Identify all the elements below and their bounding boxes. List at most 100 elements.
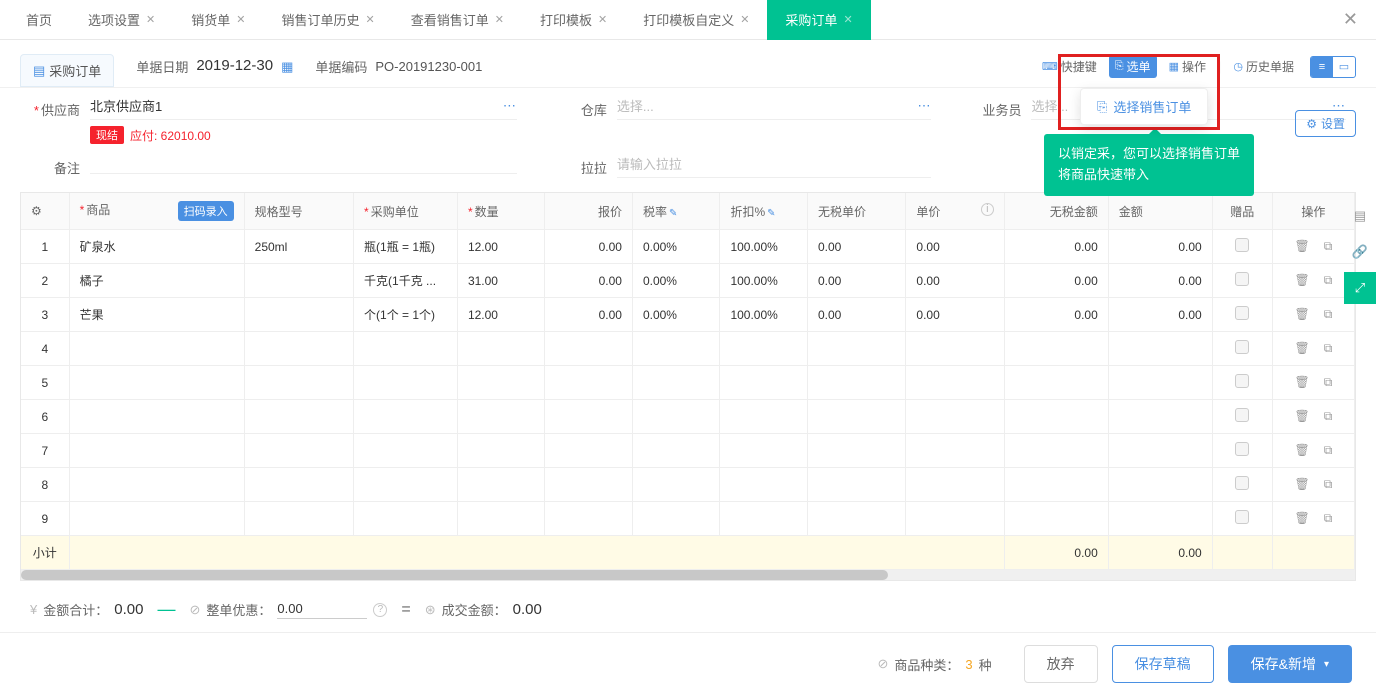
tab-print-tpl[interactable]: 打印模板✕ — [522, 0, 625, 40]
table-row[interactable]: 8🗑⧉ — [21, 468, 1355, 502]
expand-icon[interactable]: ⤢ — [1344, 272, 1376, 304]
select-bill-dropdown[interactable]: ⎘ 选择销售订单 — [1080, 88, 1208, 125]
delete-icon[interactable]: 🗑 — [1295, 511, 1310, 526]
tab-purchase-order[interactable]: 采购订单✕ — [767, 0, 870, 40]
copy-icon[interactable]: ⧉ — [1324, 375, 1333, 390]
date-field[interactable]: 单据日期 2019-12-30 ▦ — [136, 57, 293, 76]
supplier-field[interactable]: *供应商 北京供应商1 ⋯ 现结 应付: 62010.00 — [30, 96, 517, 144]
gear-icon[interactable]: ⚙ — [21, 193, 69, 230]
col-discount[interactable]: 折扣%✎ — [720, 193, 808, 230]
close-all-icon[interactable]: ✕ — [1343, 9, 1368, 30]
delete-icon[interactable]: 🗑 — [1295, 341, 1310, 356]
delete-icon[interactable]: 🗑 — [1295, 477, 1310, 492]
close-icon[interactable]: ✕ — [366, 13, 375, 26]
tab-sales-bill[interactable]: 销货单✕ — [173, 0, 263, 40]
lookup-icon[interactable]: ⋯ — [917, 98, 931, 114]
tab-view-sales[interactable]: 查看销售订单✕ — [393, 0, 522, 40]
copy-icon[interactable]: ⧉ — [1324, 273, 1333, 288]
warehouse-field[interactable]: 仓库 选择... ⋯ — [557, 96, 932, 120]
close-icon[interactable]: ✕ — [495, 13, 504, 26]
col-amount[interactable]: 金额 — [1108, 193, 1212, 230]
edit-icon[interactable]: ✎ — [767, 208, 775, 219]
tab-print-custom[interactable]: 打印模板自定义✕ — [625, 0, 767, 40]
col-price[interactable]: 单价i — [906, 193, 1004, 230]
list-view-icon[interactable]: ≡ — [1311, 57, 1333, 77]
table-row[interactable]: 7🗑⧉ — [21, 434, 1355, 468]
lala-field[interactable]: 拉拉 请输入拉拉 — [557, 154, 932, 178]
side-rail: ▤ 🔗 ⤢ — [1344, 200, 1376, 304]
save-new-button[interactable]: 保存&新增 ▾ — [1228, 645, 1352, 683]
doc-type-badge: ▤ 采购订单 — [20, 54, 114, 87]
close-icon[interactable]: ✕ — [843, 13, 852, 26]
settings-button[interactable]: ⚙ 设置 — [1295, 110, 1356, 137]
history-icon: ◷ — [1233, 60, 1243, 73]
table-row[interactable]: 1矿泉水250ml瓶(1瓶 = 1瓶)12.000.000.00%100.00%… — [21, 230, 1355, 264]
delete-icon[interactable]: 🗑 — [1295, 443, 1310, 458]
remark-field[interactable]: 备注 — [30, 154, 517, 177]
gift-checkbox[interactable] — [1235, 340, 1249, 354]
notes-icon[interactable]: ▤ — [1344, 200, 1376, 232]
col-tax[interactable]: 税率✎ — [632, 193, 720, 230]
edit-icon[interactable]: ✎ — [669, 208, 677, 219]
gift-checkbox[interactable] — [1235, 510, 1249, 524]
table-row[interactable]: 2橘子千克(1千克 ...31.000.000.00%100.00%0.000.… — [21, 264, 1355, 298]
copy-icon[interactable]: ⧉ — [1324, 477, 1333, 492]
close-icon[interactable]: ✕ — [146, 13, 155, 26]
col-gift[interactable]: 赠品 — [1212, 193, 1272, 230]
gift-checkbox[interactable] — [1235, 442, 1249, 456]
table-row[interactable]: 9🗑⧉ — [21, 502, 1355, 536]
copy-icon[interactable]: ⧉ — [1324, 409, 1333, 424]
col-unit[interactable]: *采购单位 — [354, 193, 458, 230]
history-btn[interactable]: ◷历史单据 — [1227, 55, 1300, 78]
link-icon[interactable]: 🔗 — [1344, 236, 1376, 268]
gift-checkbox[interactable] — [1235, 272, 1249, 286]
gift-checkbox[interactable] — [1235, 238, 1249, 252]
gift-checkbox[interactable] — [1235, 306, 1249, 320]
copy-icon[interactable]: ⧉ — [1324, 341, 1333, 356]
copy-icon[interactable]: ⧉ — [1324, 239, 1333, 254]
table-row[interactable]: 6🗑⧉ — [21, 400, 1355, 434]
view-toggle[interactable]: ≡ ▭ — [1310, 56, 1356, 78]
close-icon[interactable]: ✕ — [740, 13, 749, 26]
col-spec[interactable]: 规格型号 — [244, 193, 353, 230]
operate-btn[interactable]: ▦操作 — [1163, 55, 1212, 78]
col-product[interactable]: *商品扫码录入 — [69, 193, 244, 230]
info-icon[interactable]: i — [981, 203, 994, 216]
horizontal-scrollbar[interactable] — [21, 570, 1355, 580]
close-icon[interactable]: ✕ — [598, 13, 607, 26]
col-price-notax[interactable]: 无税单价 — [807, 193, 905, 230]
delete-icon[interactable]: 🗑 — [1295, 307, 1310, 322]
shortcut-btn[interactable]: ⌨快捷键 — [1036, 55, 1103, 78]
card-view-icon[interactable]: ▭ — [1333, 57, 1355, 77]
save-draft-button[interactable]: 保存草稿 — [1112, 645, 1214, 683]
table-row[interactable]: 5🗑⧉ — [21, 366, 1355, 400]
gift-checkbox[interactable] — [1235, 476, 1249, 490]
copy-icon[interactable]: ⧉ — [1324, 511, 1333, 526]
col-quote[interactable]: 报价 — [545, 193, 633, 230]
tab-home[interactable]: 首页 — [8, 0, 70, 40]
table-row[interactable]: 4🗑⧉ — [21, 332, 1355, 366]
delete-icon[interactable]: 🗑 — [1295, 409, 1310, 424]
delete-icon[interactable]: 🗑 — [1295, 239, 1310, 254]
select-bill-btn[interactable]: ⎘选单 — [1109, 55, 1157, 78]
calendar-icon[interactable]: ▦ — [281, 59, 293, 75]
chevron-down-icon[interactable]: ▾ — [1324, 659, 1329, 670]
gift-checkbox[interactable] — [1235, 408, 1249, 422]
lookup-icon[interactable]: ⋯ — [503, 98, 517, 114]
scan-badge[interactable]: 扫码录入 — [178, 201, 234, 221]
gift-checkbox[interactable] — [1235, 374, 1249, 388]
col-qty[interactable]: *数量 — [457, 193, 545, 230]
order-discount[interactable]: ⊘ 整单优惠： 0.00 ? — [189, 600, 387, 619]
table-row[interactable]: 3芒果个(1个 = 1个)12.000.000.00%100.00%0.000.… — [21, 298, 1355, 332]
close-icon[interactable]: ✕ — [236, 13, 245, 26]
delete-icon[interactable]: 🗑 — [1295, 273, 1310, 288]
copy-icon[interactable]: ⧉ — [1324, 307, 1333, 322]
tab-options[interactable]: 选项设置✕ — [70, 0, 173, 40]
copy-icon[interactable]: ⧉ — [1324, 443, 1333, 458]
discard-button[interactable]: 放弃 — [1024, 645, 1098, 683]
help-icon[interactable]: ? — [373, 603, 387, 617]
col-amount-notax[interactable]: 无税金额 — [1004, 193, 1108, 230]
tab-sales-history[interactable]: 销售订单历史✕ — [263, 0, 392, 40]
delete-icon[interactable]: 🗑 — [1295, 375, 1310, 390]
equals-icon: = — [401, 601, 410, 619]
